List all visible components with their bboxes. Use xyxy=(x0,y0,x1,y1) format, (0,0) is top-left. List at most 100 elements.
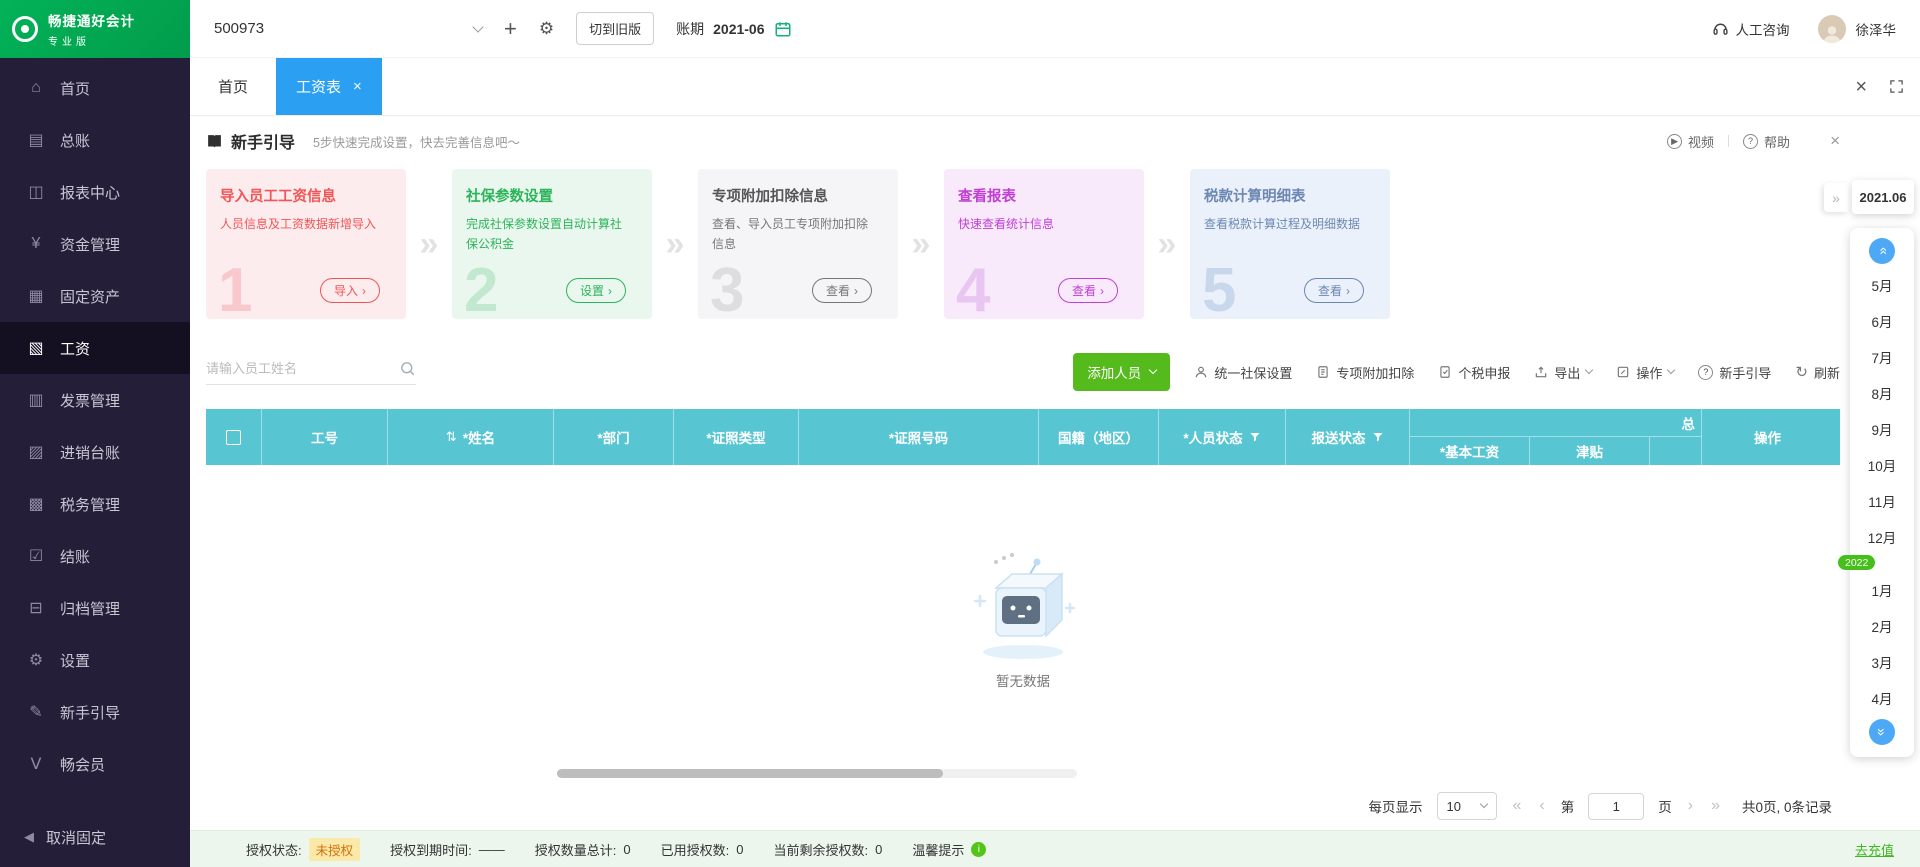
close-view-icon[interactable]: × xyxy=(1855,77,1867,97)
add-account-icon[interactable]: + xyxy=(504,17,517,40)
month-item[interactable]: 12月 xyxy=(1850,519,1914,555)
first-page-button[interactable]: « xyxy=(1511,797,1524,815)
month-item[interactable]: 8月 xyxy=(1850,375,1914,411)
report-center-icon: ◫ xyxy=(28,184,44,201)
switch-old-version-button[interactable]: 切到旧版 xyxy=(576,12,655,45)
company-selector[interactable]: 500973 xyxy=(214,20,484,37)
sort-icon[interactable]: ⇅ xyxy=(446,429,457,445)
sidebar-item-label: 税务管理 xyxy=(60,496,121,514)
avatar[interactable] xyxy=(1817,14,1846,43)
brand-name: 畅捷通好会计 xyxy=(48,14,135,29)
accounting-period[interactable]: 账期 2021-06 xyxy=(676,19,791,39)
video-link[interactable]: ▶ 视频 xyxy=(1667,132,1714,151)
manual-consult-button[interactable]: 人工咨询 xyxy=(1712,19,1790,39)
filter-icon[interactable] xyxy=(1249,431,1261,443)
funds-icon: ¥ xyxy=(31,235,41,252)
sidebar-item-salary[interactable]: ▧ 工资 xyxy=(0,322,190,374)
page-number-input[interactable] xyxy=(1588,792,1645,820)
step-separator-icon: » xyxy=(665,225,685,263)
header-cell-name[interactable]: ⇅ *姓名 xyxy=(388,409,554,465)
sidebar-item-closing[interactable]: ☑ 结账 xyxy=(0,530,190,582)
topbar: 500973 + ⚙ 切到旧版 账期 2021-06 人工咨询 徐泽华 xyxy=(190,0,1920,58)
page-suffix: 页 xyxy=(1658,800,1672,815)
month-item[interactable]: 11月 xyxy=(1850,483,1914,519)
sidebar-item-general-ledger[interactable]: ▤ 总账 xyxy=(0,114,190,166)
scroll-down-button[interactable]: » xyxy=(1869,719,1895,745)
sidebar-item-home[interactable]: ⌂ 首页 xyxy=(0,62,190,114)
auth-expire: 授权到期时间: —— xyxy=(390,840,505,859)
view-button[interactable]: 查看 xyxy=(1303,278,1364,303)
view-button[interactable]: 查看 xyxy=(1057,278,1118,303)
month-item[interactable]: 2月 xyxy=(1850,608,1914,644)
special-deduction-button[interactable]: 专项附加扣除 xyxy=(1316,363,1414,382)
header-group-subcolumns: *基本工资 津贴 xyxy=(1410,437,1701,465)
month-item[interactable]: 10月 xyxy=(1850,447,1914,483)
tab-home[interactable]: 首页 xyxy=(190,58,276,115)
next-page-button[interactable]: › xyxy=(1686,797,1695,815)
guide-close-icon[interactable]: × xyxy=(1830,131,1840,151)
header-group-salary: 总 *基本工资 津贴 xyxy=(1410,409,1702,465)
unpin-sidebar-button[interactable]: ◀ 取消固定 xyxy=(0,815,190,859)
sidebar-item-fixed-assets[interactable]: ▦ 固定资产 xyxy=(0,270,190,322)
sidebar-item-member[interactable]: Ⅴ 畅会员 xyxy=(0,738,190,790)
month-item[interactable]: 1月 xyxy=(1850,572,1914,608)
unified-social-security-button[interactable]: 统一社保设置 xyxy=(1194,363,1292,382)
recharge-link[interactable]: 去充值 xyxy=(1855,840,1894,859)
unpin-icon: ◀ xyxy=(24,829,34,844)
gear-icon[interactable]: ⚙ xyxy=(539,19,554,39)
filter-icon[interactable] xyxy=(1372,431,1384,443)
month-item[interactable]: 4月 xyxy=(1850,680,1914,716)
guide-header: 新手引导 5步快速完成设置，快去完善信息吧～ ▶ 视频 ? 帮助 × xyxy=(206,129,1840,153)
import-button[interactable]: 导入 xyxy=(319,278,380,303)
sidebar-item-tax[interactable]: ▩ 税务管理 xyxy=(0,478,190,530)
setup-button[interactable]: 设置 xyxy=(565,278,626,303)
help-link[interactable]: ? 帮助 xyxy=(1743,132,1790,151)
last-page-button[interactable]: » xyxy=(1709,797,1722,815)
scrollbar-thumb[interactable] xyxy=(557,769,943,778)
add-person-button[interactable]: 添加人员 xyxy=(1073,353,1171,391)
fullscreen-icon[interactable] xyxy=(1889,79,1904,94)
username[interactable]: 徐泽华 xyxy=(1856,19,1897,39)
action-label: 刷新 xyxy=(1813,365,1840,381)
remain-label: 当前剩余授权数: xyxy=(773,842,869,858)
guide-steps: 导入员工工资信息 人员信息及工资数据新增导入 1 导入 » 社保参数设置 完成社… xyxy=(206,169,1840,322)
calendar-icon[interactable] xyxy=(774,20,792,38)
month-item[interactable]: 5月 xyxy=(1850,267,1914,303)
header-cell-base-salary: *基本工资 xyxy=(1410,437,1530,465)
sidebar-item-settings[interactable]: ⚙ 设置 xyxy=(0,634,190,686)
select-all-checkbox[interactable] xyxy=(226,429,241,445)
month-item[interactable]: 7月 xyxy=(1850,339,1914,375)
refresh-button[interactable]: ↻ 刷新 xyxy=(1795,363,1840,382)
month-item[interactable]: 6月 xyxy=(1850,303,1914,339)
scroll-up-button[interactable]: » xyxy=(1869,238,1895,264)
date-panel-collapse-icon[interactable]: » xyxy=(1824,183,1848,212)
sidebar-item-report-center[interactable]: ◫ 报表中心 xyxy=(0,166,190,218)
topbar-right: 人工咨询 徐泽华 xyxy=(1712,14,1897,43)
operations-button[interactable]: 操作 xyxy=(1616,363,1676,382)
sidebar-item-label: 发票管理 xyxy=(60,392,121,410)
sidebar-item-purchase-sales[interactable]: ▨ 进销台账 xyxy=(0,426,190,478)
current-period-box[interactable]: 2021.06 xyxy=(1852,180,1914,214)
tax-declaration-button[interactable]: 个税申报 xyxy=(1438,363,1510,382)
info-icon[interactable]: i xyxy=(971,841,987,857)
search-input[interactable] xyxy=(206,360,399,376)
sidebar-item-funds[interactable]: ¥ 资金管理 xyxy=(0,218,190,270)
prev-page-button[interactable]: ‹ xyxy=(1537,797,1546,815)
tab-salary-sheet[interactable]: 工资表 × xyxy=(276,58,382,115)
sidebar-item-invoice[interactable]: ▥ 发票管理 xyxy=(0,374,190,426)
sidebar: 畅捷通好会计 专业版 ⌂ 首页 ▤ 总账 ◫ 报表中心 ¥ 资金管理 ▦ 固定资产 ▧ 工资… xyxy=(0,0,190,867)
search-icon[interactable] xyxy=(399,360,416,377)
export-button[interactable]: 导出 xyxy=(1534,363,1594,382)
header-cell-emp-no: 工号 xyxy=(262,409,388,465)
sidebar-item-beginner-guide[interactable]: ✎ 新手引导 xyxy=(0,686,190,738)
sidebar-item-label: 报表中心 xyxy=(60,184,121,202)
sidebar-item-archive[interactable]: ⊟ 归档管理 xyxy=(0,582,190,634)
tab-close-icon[interactable]: × xyxy=(353,78,362,95)
beginner-guide-button[interactable]: ? 新手引导 xyxy=(1698,363,1771,382)
per-page-select[interactable]: 10 xyxy=(1436,792,1497,820)
step-card-import-salary: 导入员工工资信息 人员信息及工资数据新增导入 1 导入 xyxy=(206,169,406,322)
month-item[interactable]: 3月 xyxy=(1850,644,1914,680)
view-button[interactable]: 查看 xyxy=(811,278,872,303)
month-item[interactable]: 9月 xyxy=(1850,411,1914,447)
header-cell-allowance: 津贴 xyxy=(1530,437,1650,465)
